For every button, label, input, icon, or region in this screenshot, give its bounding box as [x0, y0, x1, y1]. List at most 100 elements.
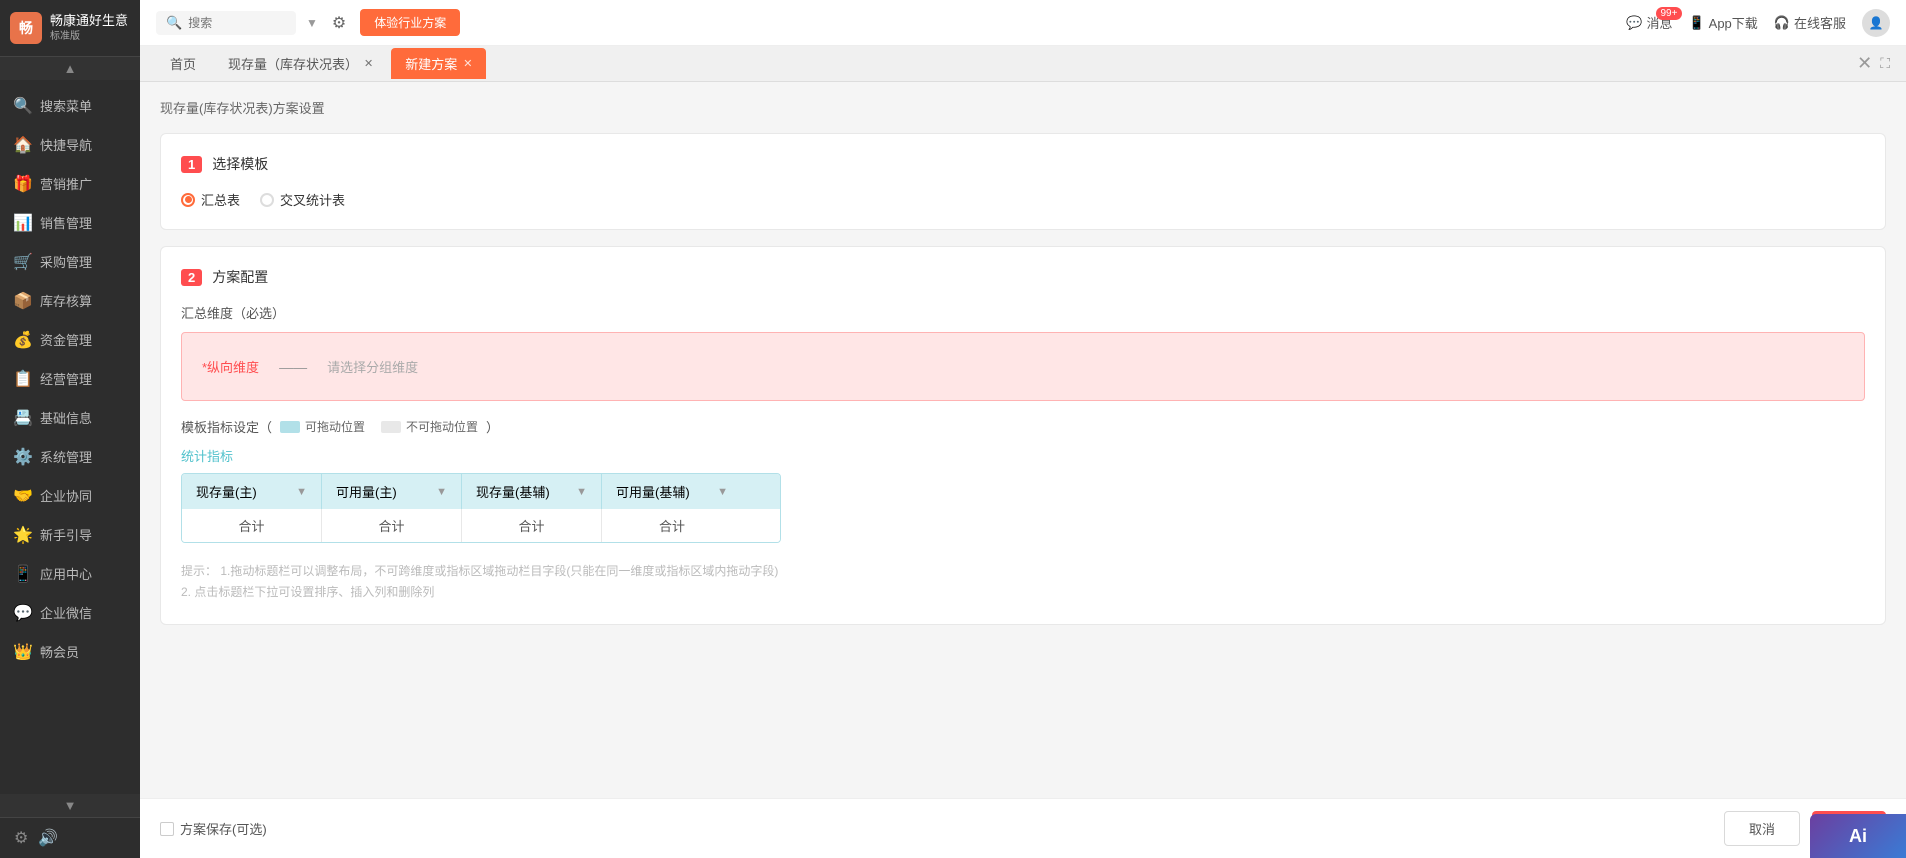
- sound-bottom-icon[interactable]: 🔊: [38, 828, 58, 848]
- section1-header: 1 选择模板: [181, 154, 1865, 174]
- sidebar-item-label: 资金管理: [40, 330, 92, 349]
- tabbar: 首页 现存量（库存状况表） ✕ 新建方案 ✕ ✕ ⛶: [140, 46, 1906, 82]
- trial-btn[interactable]: 体验行业方案: [360, 9, 460, 36]
- user-avatar[interactable]: 👤: [1862, 9, 1890, 37]
- topbar-chevron-icon[interactable]: ▼: [306, 16, 318, 30]
- tips-section: 提示： 1.拖动标题栏可以调整布局，不可跨维度或指标区域拖动栏目字段(只能在同一…: [181, 562, 1865, 600]
- tab-new-plan-close[interactable]: ✕: [463, 57, 472, 70]
- sidebar-item-enterprise[interactable]: 🤝 企业协同: [0, 476, 140, 515]
- system-icon: ⚙️: [14, 448, 32, 466]
- tabbar-close-icon[interactable]: ✕: [1857, 53, 1872, 74]
- sidebar-item-label: 营销推广: [40, 174, 92, 193]
- sidebar-item-label: 销售管理: [40, 213, 92, 232]
- tabbar-right: ✕ ⛶: [1857, 53, 1890, 74]
- stats-col-0-chevron[interactable]: ▼: [296, 486, 307, 498]
- stats-col-3-chevron[interactable]: ▼: [717, 486, 728, 498]
- save-checkbox[interactable]: 方案保存(可选): [160, 819, 267, 838]
- sidebar-item-basic-info[interactable]: 📇 基础信息: [0, 398, 140, 437]
- radio-cross-circle: [260, 193, 274, 207]
- topbar-settings-icon[interactable]: ⚙: [332, 13, 346, 33]
- legend-drag-box: [280, 421, 300, 433]
- sidebar-item-purchase[interactable]: 🛒 采购管理: [0, 242, 140, 281]
- app-download-label: App下载: [1709, 13, 1758, 32]
- tabbar-expand-icon[interactable]: ⛶: [1880, 55, 1890, 72]
- tip-line-2: 2. 点击标题栏下拉可设置排序、插入列和删除列: [181, 583, 1865, 600]
- sidebar-item-wechat[interactable]: 💬 企业微信: [0, 593, 140, 632]
- stats-col-2-chevron[interactable]: ▼: [576, 486, 587, 498]
- stats-col-1-chevron[interactable]: ▼: [436, 486, 447, 498]
- legend-nodrag: 不可拖动位置: [381, 418, 478, 435]
- sidebar-item-quick-nav[interactable]: 🏠 快捷导航: [0, 125, 140, 164]
- sidebar-item-operations[interactable]: 📋 经营管理: [0, 359, 140, 398]
- message-btn[interactable]: 💬 消息 99+: [1626, 13, 1672, 32]
- sidebar-item-label: 经营管理: [40, 369, 92, 388]
- tab-new-plan[interactable]: 新建方案 ✕: [391, 48, 486, 79]
- sidebar-item-label: 快捷导航: [40, 135, 92, 154]
- enterprise-icon: 🤝: [14, 487, 32, 505]
- sidebar-item-appstore[interactable]: 📱 应用中心: [0, 554, 140, 593]
- sidebar-bottom: ⚙ 🔊: [0, 817, 140, 858]
- topbar-search-box[interactable]: 🔍: [156, 11, 296, 35]
- sidebar-item-system[interactable]: ⚙️ 系统管理: [0, 437, 140, 476]
- legend-nodrag-box: [381, 421, 401, 433]
- sidebar-item-marketing[interactable]: 🎁 营销推广: [0, 164, 140, 203]
- stats-table: 现存量(主) ▼ 可用量(主) ▼ 现存量(基辅) ▼ 可用量(基辅) ▼: [181, 473, 781, 543]
- sidebar-item-label: 企业微信: [40, 603, 92, 622]
- stats-col-0-name: 现存量(主): [196, 482, 257, 501]
- tab-home[interactable]: 首页: [156, 48, 210, 79]
- radio-summary[interactable]: 汇总表: [181, 190, 240, 209]
- app-download-btn[interactable]: 📱 App下载: [1688, 13, 1757, 32]
- stats-col-3-name: 可用量(基辅): [616, 482, 690, 501]
- tab-inventory-status[interactable]: 现存量（库存状况表） ✕: [214, 48, 387, 79]
- sidebar-item-label: 应用中心: [40, 564, 92, 583]
- online-service-label: 在线客服: [1794, 13, 1846, 32]
- sidebar-item-inventory[interactable]: 📦 库存核算: [0, 281, 140, 320]
- tip-line-1: 提示： 1.拖动标题栏可以调整布局，不可跨维度或指标区域拖动栏目字段(只能在同一…: [181, 562, 1865, 579]
- radio-cross[interactable]: 交叉统计表: [260, 190, 345, 209]
- search-menu-icon: 🔍: [14, 97, 32, 115]
- app-name: 畅康通好生意 标准版: [50, 13, 128, 43]
- online-service-btn[interactable]: 🎧 在线客服: [1774, 13, 1846, 32]
- sidebar-scroll-down[interactable]: ▼: [0, 794, 140, 817]
- dimension-placeholder[interactable]: 请选择分组维度: [327, 357, 418, 376]
- dimension-box: *纵向维度 —— 请选择分组维度: [181, 332, 1865, 401]
- save-checkbox-box[interactable]: [160, 822, 174, 836]
- sidebar-item-label: 系统管理: [40, 447, 92, 466]
- topbar-right: 💬 消息 99+ 📱 App下载 🎧 在线客服 👤: [1626, 9, 1890, 37]
- sidebar-item-sales[interactable]: 📊 销售管理: [0, 203, 140, 242]
- sidebar-scroll-up[interactable]: ▲: [0, 57, 140, 80]
- tab-inventory-status-close[interactable]: ✕: [364, 57, 373, 70]
- sidebar-item-newbie[interactable]: 🌟 新手引导: [0, 515, 140, 554]
- sidebar-item-label: 基础信息: [40, 408, 92, 427]
- stats-body-2: 合计: [462, 509, 602, 542]
- stats-title: 统计指标: [181, 446, 1865, 465]
- sidebar-nav: 🔍 搜索菜单 🏠 快捷导航 🎁 营销推广 📊 销售管理 🛒 采购管理 📦 库存核…: [0, 80, 140, 794]
- sidebar-item-search-menu[interactable]: 🔍 搜索菜单: [0, 86, 140, 125]
- sidebar-logo: 畅 畅康通好生意 标准版: [0, 0, 140, 57]
- cancel-button[interactable]: 取消: [1724, 811, 1800, 846]
- ai-badge[interactable]: Ai: [1810, 814, 1906, 858]
- stats-table-body: 合计 合计 合计 合计: [182, 509, 780, 542]
- stats-col-1[interactable]: 可用量(主) ▼: [322, 474, 462, 509]
- message-badge: 99+: [1656, 7, 1683, 20]
- stats-col-0[interactable]: 现存量(主) ▼: [182, 474, 322, 509]
- newbie-icon: 🌟: [14, 526, 32, 544]
- app-logo-icon: 畅: [10, 12, 42, 44]
- main-area: 🔍 ▼ ⚙ 体验行业方案 💬 消息 99+ 📱 App下载 🎧 在线客服 👤: [140, 0, 1906, 858]
- topbar: 🔍 ▼ ⚙ 体验行业方案 💬 消息 99+ 📱 App下载 🎧 在线客服 👤: [140, 0, 1906, 46]
- sidebar-item-label: 新手引导: [40, 525, 92, 544]
- search-input[interactable]: [188, 16, 278, 30]
- settings-bottom-icon[interactable]: ⚙: [14, 828, 28, 848]
- section1-title: 选择模板: [212, 154, 268, 174]
- quick-nav-icon: 🏠: [14, 136, 32, 154]
- content-area: 现存量(库存状况表)方案设置 1 选择模板 汇总表 交叉统计表 2: [140, 82, 1906, 798]
- sidebar-item-label: 采购管理: [40, 252, 92, 271]
- save-checkbox-label: 方案保存(可选): [180, 819, 267, 838]
- sidebar-item-vip[interactable]: 👑 畅会员: [0, 632, 140, 671]
- stats-col-2[interactable]: 现存量(基辅) ▼: [462, 474, 602, 509]
- stats-col-3[interactable]: 可用量(基辅) ▼: [602, 474, 742, 509]
- tab-inventory-status-label: 现存量（库存状况表）: [228, 54, 358, 73]
- stats-body-3: 合计: [602, 509, 742, 542]
- sidebar-item-finance[interactable]: 💰 资金管理: [0, 320, 140, 359]
- inventory-icon: 📦: [14, 292, 32, 310]
